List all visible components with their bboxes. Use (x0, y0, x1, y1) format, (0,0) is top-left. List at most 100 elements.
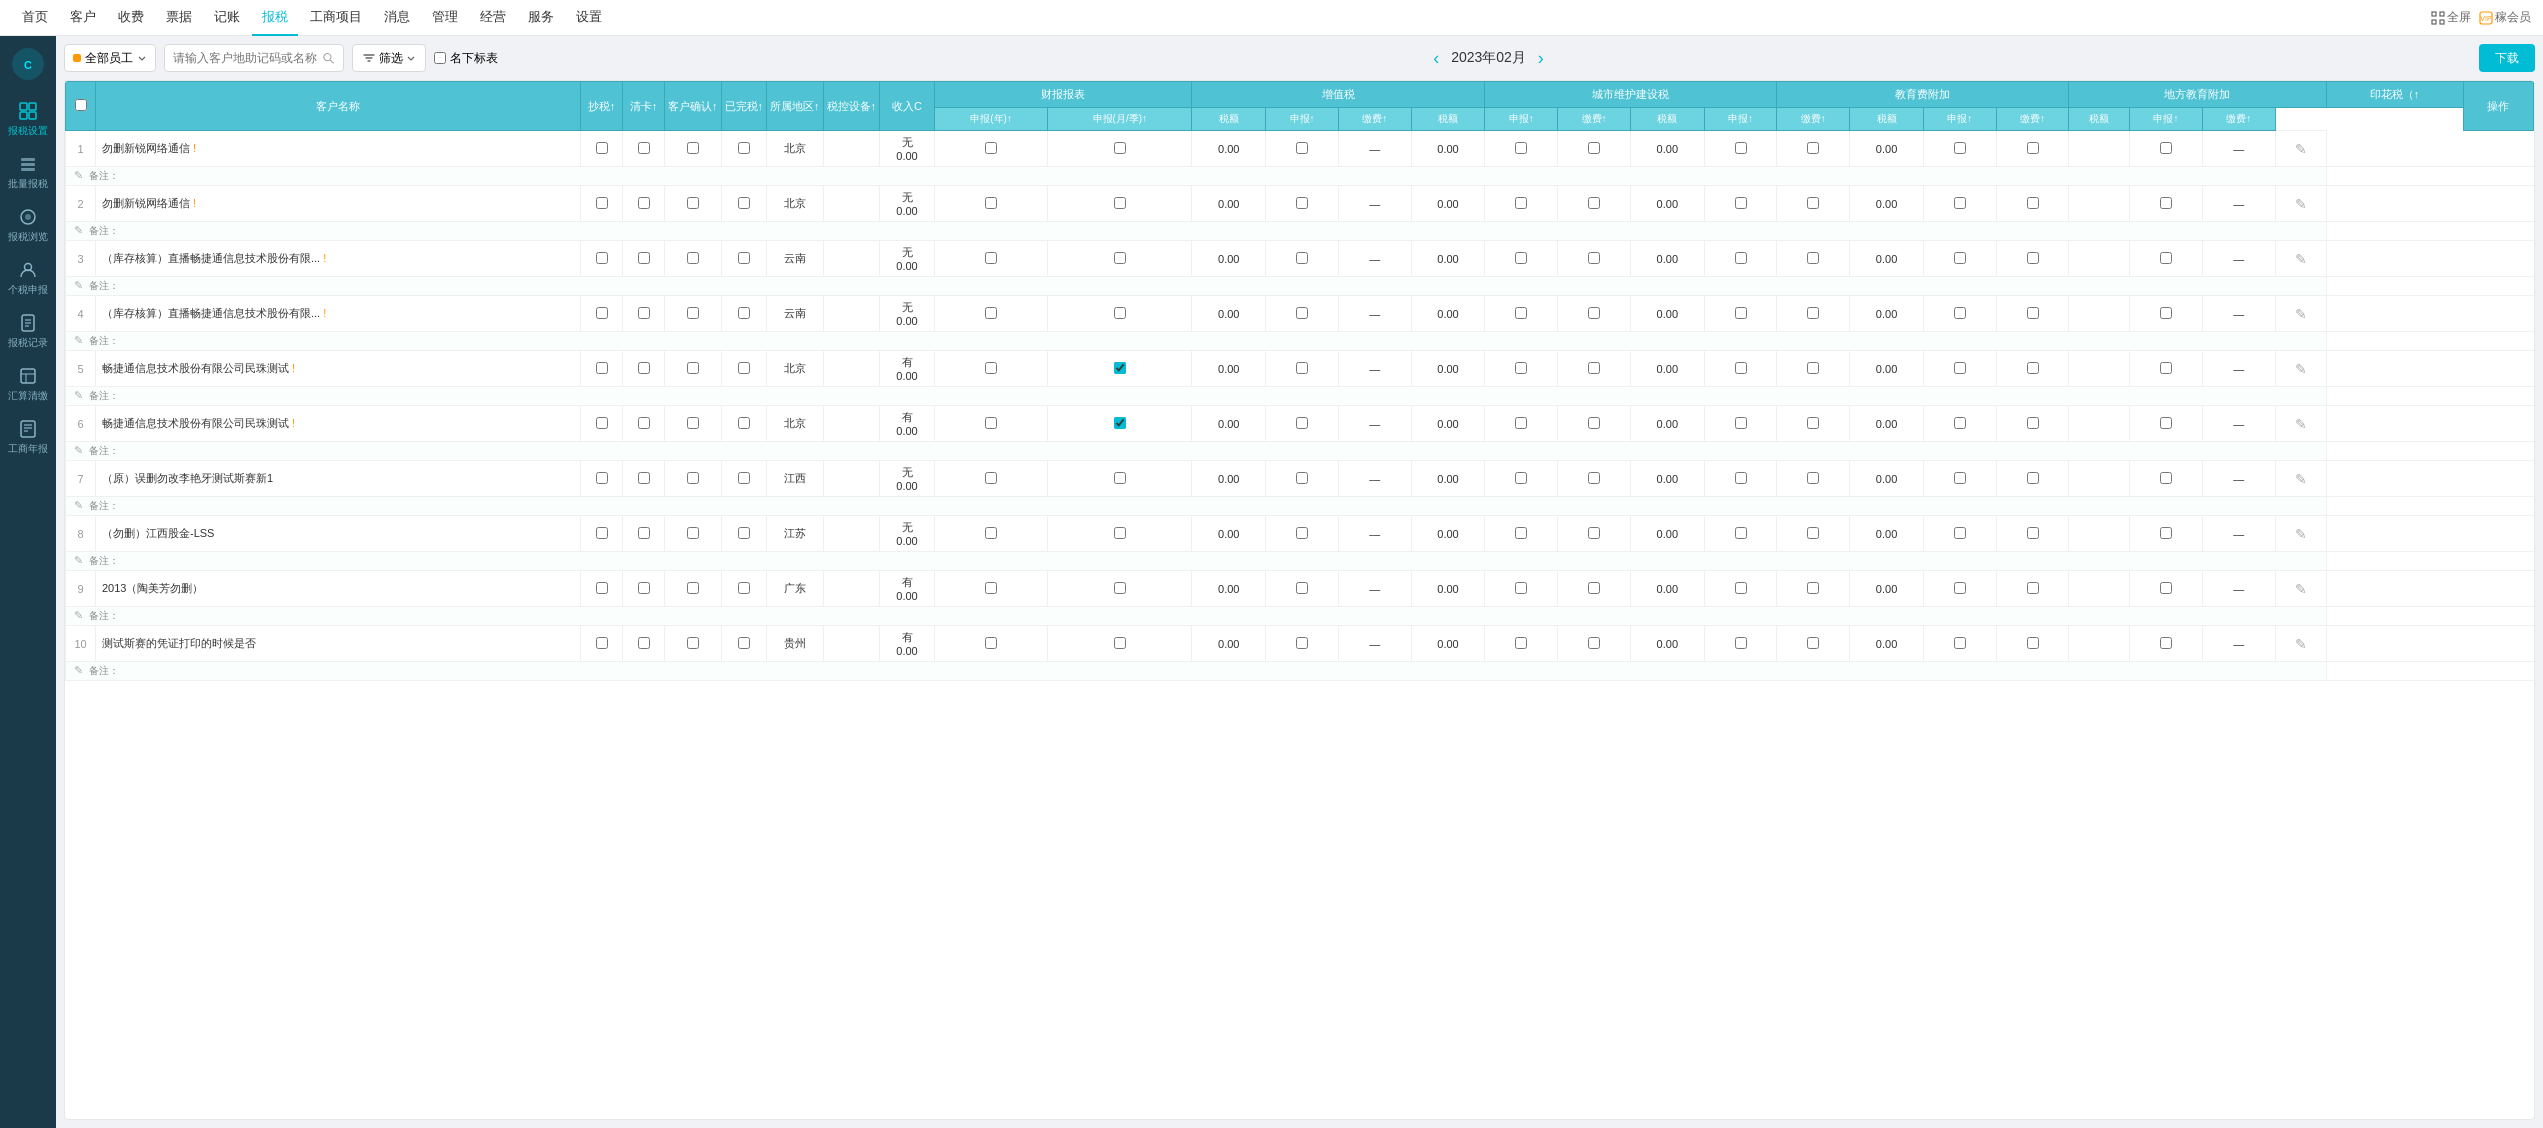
df-jf-checkbox[interactable] (2027, 582, 2039, 594)
qingka-cell[interactable] (623, 351, 665, 387)
chaoshui-checkbox[interactable] (596, 417, 608, 429)
cs-jf-checkbox[interactable] (1588, 637, 1600, 649)
operate-cell[interactable]: ✎ (2275, 626, 2326, 662)
caiwu-year-checkbox[interactable] (985, 417, 997, 429)
df-jf-checkbox[interactable] (2027, 527, 2039, 539)
operate-cell[interactable]: ✎ (2275, 186, 2326, 222)
qingka-cell[interactable] (623, 296, 665, 332)
qingka-checkbox[interactable] (638, 472, 650, 484)
confirm-checkbox[interactable] (687, 637, 699, 649)
qingka-checkbox[interactable] (638, 582, 650, 594)
yh-sb-checkbox[interactable] (2160, 417, 2172, 429)
df-jf-cell[interactable] (1996, 131, 2069, 167)
cs-sb-cell[interactable] (1485, 626, 1558, 662)
caiwu-month-cell[interactable] (1048, 461, 1192, 497)
jy-sb-checkbox[interactable] (1735, 142, 1747, 154)
caiwu-year-checkbox[interactable] (985, 582, 997, 594)
yh-sb-checkbox[interactable] (2160, 307, 2172, 319)
qingka-checkbox[interactable] (638, 362, 650, 374)
confirm-checkbox[interactable] (687, 472, 699, 484)
jy-sb-cell[interactable] (1704, 516, 1777, 552)
paid-checkbox[interactable] (738, 472, 750, 484)
caiwu-month-cell[interactable] (1048, 131, 1192, 167)
df-jf-cell[interactable] (1996, 186, 2069, 222)
jy-sb-cell[interactable] (1704, 296, 1777, 332)
df-jf-checkbox[interactable] (2027, 637, 2039, 649)
chaoshui-checkbox[interactable] (596, 197, 608, 209)
cs-jf-checkbox[interactable] (1588, 252, 1600, 264)
df-jf-cell[interactable] (1996, 296, 2069, 332)
df-sb-cell[interactable] (1923, 571, 1996, 607)
jy-sb-checkbox[interactable] (1735, 582, 1747, 594)
jy-jf-cell[interactable] (1777, 351, 1850, 387)
caiwu-month-cell[interactable] (1048, 516, 1192, 552)
df-sb-checkbox[interactable] (1954, 142, 1966, 154)
fullscreen-button[interactable]: 全屏 (2431, 9, 2471, 26)
df-sb-checkbox[interactable] (1954, 362, 1966, 374)
chaoshui-checkbox[interactable] (596, 527, 608, 539)
edit-icon[interactable]: ✎ (2295, 581, 2307, 597)
cs-jf-cell[interactable] (1558, 571, 1631, 607)
df-jf-checkbox[interactable] (2027, 252, 2039, 264)
chaoshui-cell[interactable] (581, 186, 623, 222)
yh-sb-cell[interactable] (2130, 131, 2203, 167)
paid-cell[interactable] (721, 131, 767, 167)
zz-sb-checkbox[interactable] (1296, 362, 1308, 374)
df-jf-cell[interactable] (1996, 626, 2069, 662)
cs-jf-cell[interactable] (1558, 186, 1631, 222)
chaoshui-cell[interactable] (581, 241, 623, 277)
confirm-checkbox[interactable] (687, 417, 699, 429)
cs-sb-checkbox[interactable] (1515, 582, 1527, 594)
cs-sb-cell[interactable] (1485, 296, 1558, 332)
download-button[interactable]: 下载 (2479, 44, 2535, 72)
caiwu-year-checkbox[interactable] (985, 472, 997, 484)
cs-jf-cell[interactable] (1558, 516, 1631, 552)
edit-icon[interactable]: ✎ (2295, 471, 2307, 487)
jy-jf-checkbox[interactable] (1807, 142, 1819, 154)
sidebar-item-personal-tax[interactable]: 个税申报 (0, 251, 56, 304)
zz-sb-checkbox[interactable] (1296, 527, 1308, 539)
chaoshui-cell[interactable] (581, 571, 623, 607)
df-sb-cell[interactable] (1923, 351, 1996, 387)
df-sb-cell[interactable] (1923, 241, 1996, 277)
cs-sb-checkbox[interactable] (1515, 527, 1527, 539)
operate-cell[interactable]: ✎ (2275, 406, 2326, 442)
zz-sb-checkbox[interactable] (1296, 472, 1308, 484)
df-sb-cell[interactable] (1923, 131, 1996, 167)
cs-sb-cell[interactable] (1485, 571, 1558, 607)
caiwu-month-checkbox[interactable] (1114, 472, 1126, 484)
name-filter-checkbox[interactable] (434, 52, 446, 64)
jy-jf-checkbox[interactable] (1807, 197, 1819, 209)
yh-sb-cell[interactable] (2130, 186, 2203, 222)
paid-cell[interactable] (721, 296, 767, 332)
jy-sb-checkbox[interactable] (1735, 637, 1747, 649)
nav-invoice[interactable]: 票据 (156, 0, 202, 36)
jy-jf-cell[interactable] (1777, 461, 1850, 497)
sidebar-item-tax-record[interactable]: 报税记录 (0, 304, 56, 357)
cs-jf-cell[interactable] (1558, 241, 1631, 277)
caiwu-year-cell[interactable] (935, 516, 1048, 552)
yh-sb-cell[interactable] (2130, 626, 2203, 662)
edit-icon[interactable]: ✎ (2295, 526, 2307, 542)
caiwu-month-cell[interactable] (1048, 626, 1192, 662)
caiwu-year-cell[interactable] (935, 406, 1048, 442)
qingka-cell[interactable] (623, 131, 665, 167)
caiwu-month-checkbox[interactable] (1114, 582, 1126, 594)
jy-jf-checkbox[interactable] (1807, 637, 1819, 649)
df-sb-cell[interactable] (1923, 461, 1996, 497)
confirm-checkbox[interactable] (687, 307, 699, 319)
confirm-cell[interactable] (665, 296, 722, 332)
cs-sb-checkbox[interactable] (1515, 197, 1527, 209)
df-jf-checkbox[interactable] (2027, 197, 2039, 209)
caiwu-month-checkbox[interactable] (1114, 142, 1126, 154)
df-jf-checkbox[interactable] (2027, 417, 2039, 429)
caiwu-month-cell[interactable] (1048, 351, 1192, 387)
caiwu-year-checkbox[interactable] (985, 252, 997, 264)
chaoshui-checkbox[interactable] (596, 582, 608, 594)
caiwu-month-checkbox[interactable] (1114, 197, 1126, 209)
sidebar-item-batch-tax[interactable]: 批量报税 (0, 145, 56, 198)
paid-cell[interactable] (721, 571, 767, 607)
zz-sb-checkbox[interactable] (1296, 307, 1308, 319)
zz-sb-cell[interactable] (1266, 296, 1339, 332)
caiwu-year-cell[interactable] (935, 131, 1048, 167)
